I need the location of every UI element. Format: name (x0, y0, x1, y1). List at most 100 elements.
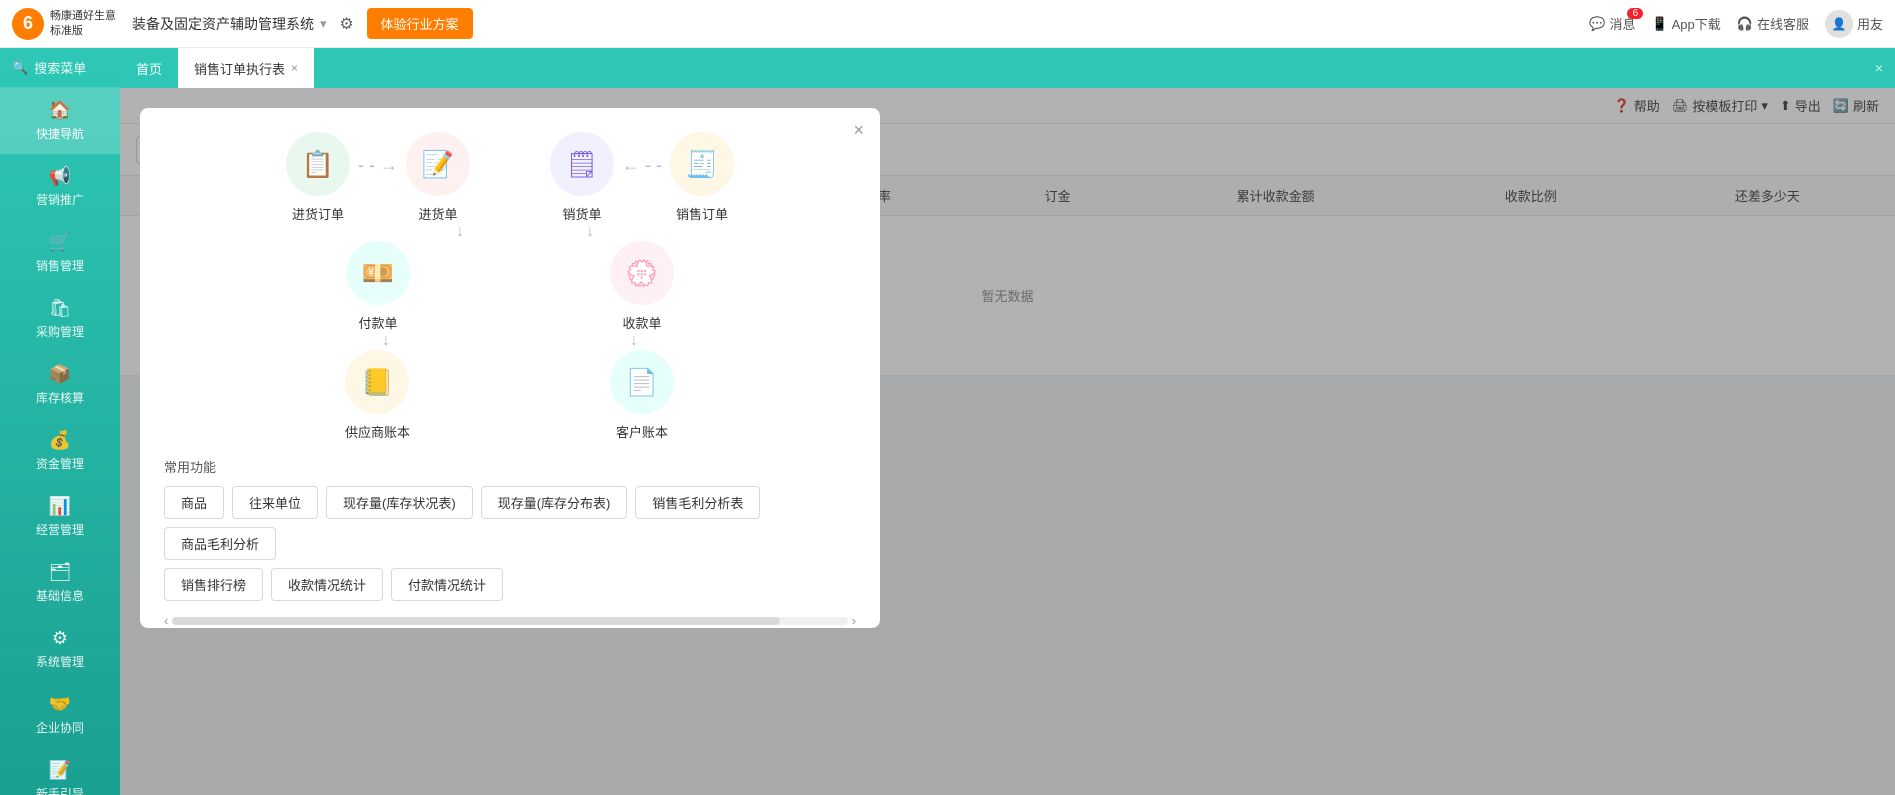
system-name-area: 装备及固定资产辅助管理系统 ▾ ⚙ 体验行业方案 (132, 8, 1589, 39)
receipt-label: 收款单 (622, 313, 661, 332)
tab-home[interactable]: 首页 (120, 48, 178, 88)
purchase-order-node: 📋 进货订单 (286, 132, 350, 223)
flow-modal: × 📋 进货订单 - - → (140, 108, 880, 628)
sidebar-item-guide[interactable]: 📝 新手引导 (0, 748, 120, 795)
sales-bill-label: 销货单 (562, 204, 601, 223)
purchase-order-circle[interactable]: 📋 (286, 132, 350, 196)
sidebar-item-quick-nav[interactable]: 🏠 快捷导航 (0, 88, 120, 154)
common-funcs: 常用功能 商品 往来单位 现存量(库存状况表) 现存量(库存分布表) 销售毛利分… (164, 457, 856, 601)
flow-top-row: 📋 进货订单 - - → 📝 进货单 (164, 132, 856, 223)
gear-button[interactable]: ⚙ (333, 10, 361, 38)
arrows-row-2: ↓ ↓ (164, 332, 856, 350)
modal-close-button[interactable]: × (853, 120, 864, 141)
flow-diagram: 📋 进货订单 - - → 📝 进货单 (164, 132, 856, 441)
message-badge: 6 (1627, 8, 1643, 19)
basic-icon: 🗂 (49, 562, 72, 583)
supplier-wrapper: 📒 供应商账本 (310, 350, 410, 441)
system-dropdown-icon[interactable]: ▾ (320, 16, 327, 32)
purchase-icon: 🛍 (49, 298, 72, 319)
download-icon: 📱 (1651, 16, 1667, 32)
search-icon: 🔍 (12, 60, 28, 76)
sidebar-item-finance[interactable]: 💰 资金管理 (0, 418, 120, 484)
receipt-node: 💮 收款单 (610, 241, 674, 332)
sidebar-item-sales[interactable]: 🛒 销售管理 (0, 220, 120, 286)
user-button[interactable]: 👤 用友 (1825, 10, 1883, 38)
sales-bill-node: 🗒 销货单 (550, 132, 614, 223)
down-arrow-right-2: ↓ (610, 332, 710, 350)
sidebar-item-operation[interactable]: 📊 经营管理 (0, 484, 120, 550)
func-btn-sales-rank[interactable]: 销售排行榜 (164, 568, 263, 601)
sidebar-item-basic[interactable]: 🗂 基础信息 (0, 550, 120, 616)
tab-sales-order[interactable]: 销售订单执行表 × (178, 48, 314, 88)
sidebar: 🔍 搜索菜单 🏠 快捷导航 📢 营销推广 🛒 销售管理 🛍 采购管理 📦 库存核… (0, 48, 120, 795)
receipt-circle[interactable]: 💮 (610, 241, 674, 305)
scroll-left-icon[interactable]: ‹ (164, 613, 168, 628)
modal-overlay: × 📋 进货订单 - - → (120, 88, 1895, 795)
sidebar-item-marketing[interactable]: 📢 营销推广 (0, 154, 120, 220)
sales-flow: 🗒 销货单 ← - - 🧾 销售订单 (550, 132, 734, 223)
inventory-icon: 📦 (49, 364, 71, 385)
func-btn-stock-dist[interactable]: 现存量(库存分布表) (481, 486, 628, 519)
payment-label: 付款单 (358, 313, 397, 332)
func-buttons-row2: 销售排行榜 收款情况统计 付款情况统计 (164, 568, 856, 601)
online-service-button[interactable]: 🎧 在线客服 (1737, 14, 1809, 33)
down-arrow-left-2: ↓ (310, 332, 410, 350)
finance-icon: 💰 (49, 430, 71, 451)
flow-bottom-row: 📒 供应商账本 📄 客户账本 (164, 350, 856, 441)
scrollbar-track (172, 617, 847, 625)
func-btn-counterpart[interactable]: 往来单位 (232, 486, 318, 519)
app-download-button[interactable]: 📱 App下载 (1651, 14, 1720, 33)
content-area: 首页 销售订单执行表 × × ❓ 帮助 🖨 按模板打 (120, 48, 1895, 795)
marketing-icon: 📢 (49, 166, 71, 187)
scroll-right-icon[interactable]: › (852, 613, 856, 628)
tab-close-icon[interactable]: × (291, 61, 298, 75)
header-right: 💬 消息 6 📱 App下载 🎧 在线客服 👤 用友 (1589, 10, 1883, 38)
func-btn-payment-stat[interactable]: 付款情况统计 (391, 568, 503, 601)
customer-account-circle[interactable]: 📄 (610, 350, 674, 414)
guide-icon: 📝 (49, 760, 71, 781)
arrow-right-1: - - → (350, 155, 406, 176)
sales-order-circle[interactable]: 🧾 (670, 132, 734, 196)
payment-circle[interactable]: 💴 (346, 241, 410, 305)
func-btn-product-margin[interactable]: 商品毛利分析 (164, 527, 276, 560)
purchase-flow: 📋 进货订单 - - → 📝 进货单 (286, 132, 470, 223)
arrows-row: ↓ ↓ (164, 223, 856, 241)
purchase-bill-node: 📝 进货单 (406, 132, 470, 223)
enterprise-icon: 🤝 (49, 694, 71, 715)
func-btn-stock-status[interactable]: 现存量(库存状况表) (326, 486, 473, 519)
sales-bill-circle[interactable]: 🗒 (550, 132, 614, 196)
purchase-order-label: 进货订单 (292, 204, 344, 223)
down-arrow-right: ↓ (550, 223, 670, 241)
system-name: 装备及固定资产辅助管理系统 (132, 14, 314, 34)
sidebar-item-system[interactable]: ⚙ 系统管理 (0, 616, 120, 682)
scrollbar-thumb[interactable] (172, 617, 780, 625)
payment-node: 💴 付款单 (346, 241, 410, 332)
supplier-account-circle[interactable]: 📒 (345, 350, 409, 414)
func-btn-product[interactable]: 商品 (164, 486, 224, 519)
arrow-left-1: ← - - (614, 155, 670, 176)
modal-scrollbar-area: ‹ › (164, 613, 856, 628)
down-arrow-left: ↓ (350, 223, 470, 241)
logo-area: 6 畅康通好生意 标准版 (12, 8, 132, 40)
message-button[interactable]: 💬 消息 6 (1589, 14, 1635, 33)
tab-bar: 首页 销售订单执行表 × × (120, 48, 1895, 88)
sidebar-item-enterprise[interactable]: 🤝 企业协同 (0, 682, 120, 748)
trial-button[interactable]: 体验行业方案 (367, 8, 473, 39)
customer-wrapper: 📄 客户账本 (610, 350, 710, 441)
sidebar-search[interactable]: 🔍 搜索菜单 (0, 48, 120, 88)
func-btn-sales-margin[interactable]: 销售毛利分析表 (635, 486, 760, 519)
main-layout: 🔍 搜索菜单 🏠 快捷导航 📢 营销推广 🛒 销售管理 🛍 采购管理 📦 库存核… (0, 48, 1895, 795)
avatar: 👤 (1825, 10, 1853, 38)
sidebar-item-purchase[interactable]: 🛍 采购管理 (0, 286, 120, 352)
page-content: ❓ 帮助 🖨 按模板打印 ▾ ⬆ 导出 🔄 刷新 (120, 88, 1895, 795)
tab-close-all-button[interactable]: × (1863, 60, 1895, 76)
message-icon: 💬 (1589, 16, 1605, 32)
sales-order-label: 销售订单 (676, 204, 728, 223)
func-buttons-row1: 商品 往来单位 现存量(库存状况表) 现存量(库存分布表) 销售毛利分析表 商品… (164, 486, 856, 560)
sidebar-item-inventory[interactable]: 📦 库存核算 (0, 352, 120, 418)
operation-icon: 📊 (49, 496, 71, 517)
func-btn-receipt-stat[interactable]: 收款情况统计 (271, 568, 383, 601)
home-icon: 🏠 (49, 100, 71, 121)
customer-account-node: 📄 客户账本 (610, 350, 674, 441)
purchase-bill-circle[interactable]: 📝 (406, 132, 470, 196)
